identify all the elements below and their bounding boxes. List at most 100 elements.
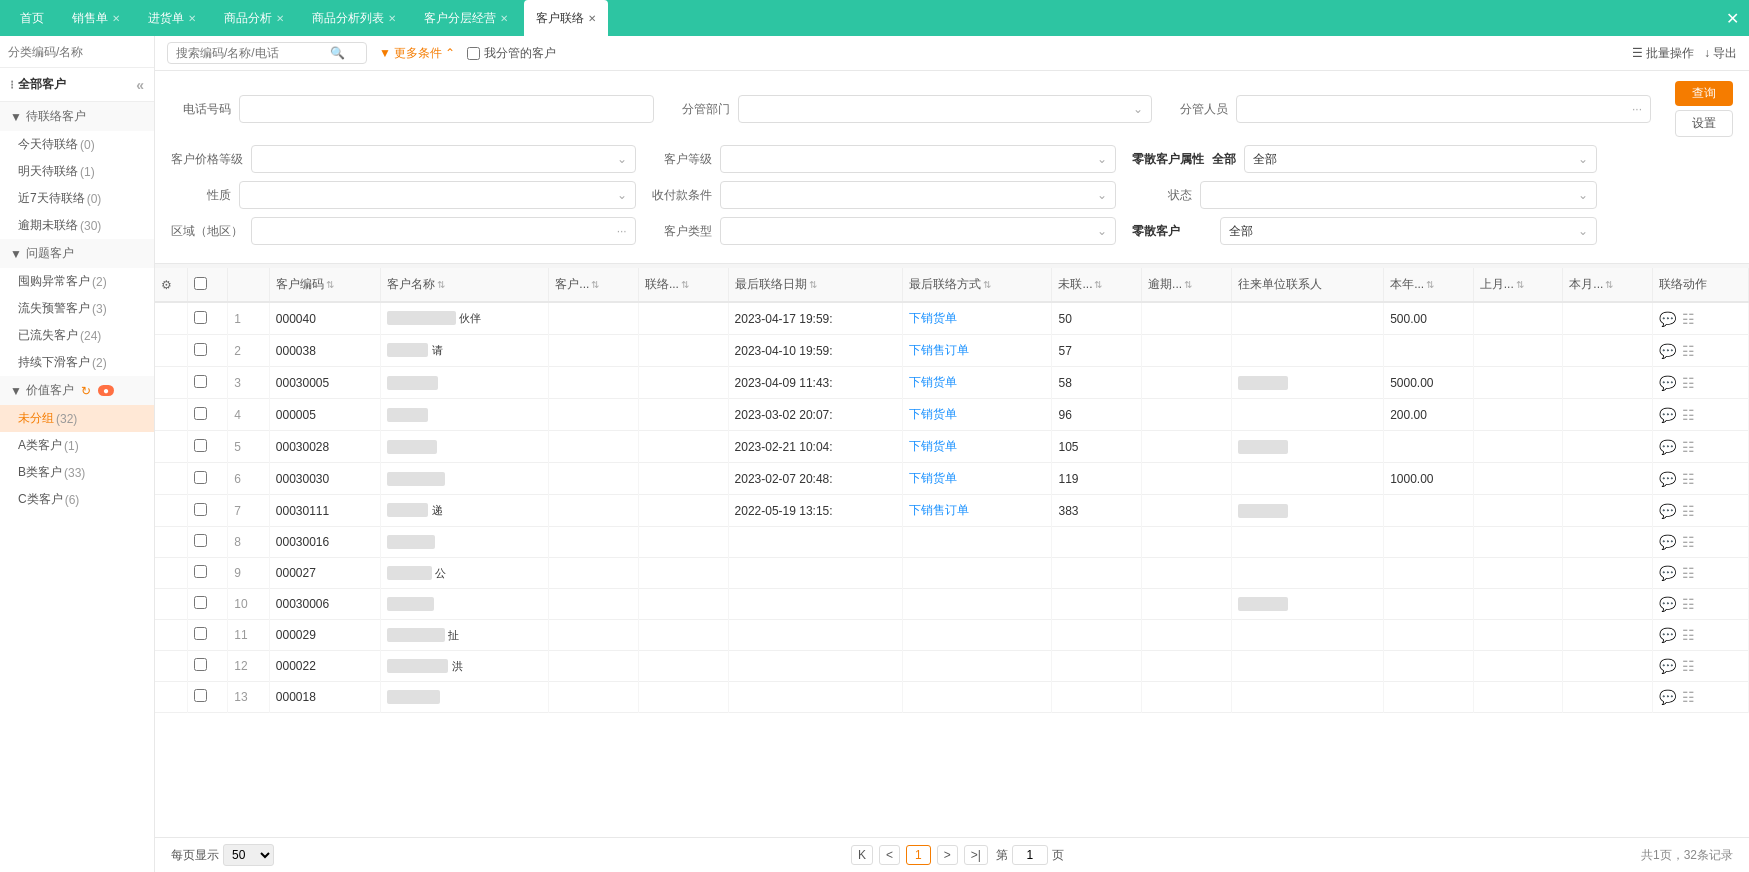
close-icon-product-list[interactable]: ✕ xyxy=(388,13,396,24)
chat-icon-1[interactable]: 💬 xyxy=(1659,343,1676,359)
chat-icon-9[interactable]: 💬 xyxy=(1659,596,1676,612)
filter-search-input[interactable] xyxy=(176,46,326,60)
row-checkbox-1[interactable] xyxy=(194,343,207,356)
filter-input-region[interactable]: ··· xyxy=(251,217,636,245)
filter-input-price-grade[interactable]: ⌄ xyxy=(251,145,636,173)
sidebar-item-today[interactable]: 今天待联络 (0) xyxy=(0,131,154,158)
grid-action-icon-7[interactable]: ☷ xyxy=(1682,534,1695,550)
sidebar-item-churned[interactable]: 已流失客户 (24) xyxy=(0,322,154,349)
chat-icon-11[interactable]: 💬 xyxy=(1659,658,1676,674)
grid-action-icon-11[interactable]: ☷ xyxy=(1682,658,1695,674)
contact-method-link-6[interactable]: 下销售订单 xyxy=(909,503,969,517)
sidebar-item-7days[interactable]: 近7天待联络 (0) xyxy=(0,185,154,212)
chat-icon-4[interactable]: 💬 xyxy=(1659,439,1676,455)
grid-action-icon-8[interactable]: ☷ xyxy=(1682,565,1695,581)
chat-icon-12[interactable]: 💬 xyxy=(1659,689,1676,705)
close-icon-product-analysis[interactable]: ✕ xyxy=(276,13,284,24)
reset-button[interactable]: 设置 xyxy=(1675,110,1733,137)
more-conditions-button[interactable]: ▼ 更多条件 ⌃ xyxy=(379,45,455,62)
row-checkbox-6[interactable] xyxy=(194,503,207,516)
contact-method-link-3[interactable]: 下销货单 xyxy=(909,407,957,421)
col-overdue-header[interactable]: 逾期...⇅ xyxy=(1142,268,1232,302)
row-checkbox-9[interactable] xyxy=(194,596,207,609)
first-page-button[interactable]: K xyxy=(851,845,873,865)
last-page-button[interactable]: >| xyxy=(964,845,988,865)
nav-tab-sales[interactable]: 销售单 ✕ xyxy=(60,0,132,36)
col-last-method-header[interactable]: 最后联络方式⇅ xyxy=(903,268,1052,302)
nav-tab-customer-segment[interactable]: 客户分层经营 ✕ xyxy=(412,0,520,36)
chat-icon-6[interactable]: 💬 xyxy=(1659,503,1676,519)
my-customers-checkbox[interactable] xyxy=(467,47,480,60)
grid-action-icon-0[interactable]: ☷ xyxy=(1682,311,1695,327)
col-contact-header[interactable]: 联络...⇅ xyxy=(638,268,728,302)
filter-input-customer-grade[interactable]: ⌄ xyxy=(720,145,1117,173)
grid-action-icon-12[interactable]: ☷ xyxy=(1682,689,1695,705)
filter-input-retail-attr[interactable]: 全部⌄ xyxy=(1244,145,1597,173)
chat-icon-2[interactable]: 💬 xyxy=(1659,375,1676,391)
sidebar-item-c-class[interactable]: C类客户 (6) xyxy=(0,486,154,513)
close-icon-purchase[interactable]: ✕ xyxy=(188,13,196,24)
col-this-month-header[interactable]: 本月...⇅ xyxy=(1563,268,1653,302)
chat-icon-0[interactable]: 💬 xyxy=(1659,311,1676,327)
nav-tab-customer-contact[interactable]: 客户联络 ✕ xyxy=(524,0,608,36)
sidebar-section-value[interactable]: ▼ 价值客户 ↻ ● xyxy=(0,376,154,405)
col-name-header[interactable]: 客户名称⇅ xyxy=(381,268,549,302)
row-checkbox-11[interactable] xyxy=(194,658,207,671)
col-this-year-header[interactable]: 本年...⇅ xyxy=(1384,268,1474,302)
refresh-icon[interactable]: ↻ xyxy=(81,384,91,398)
contact-method-link-1[interactable]: 下销售订单 xyxy=(909,343,969,357)
chat-icon-3[interactable]: 💬 xyxy=(1659,407,1676,423)
settings-gear-icon[interactable]: ⚙ xyxy=(161,278,172,292)
filter-input-retail-customer[interactable]: 全部⌄ xyxy=(1220,217,1597,245)
sidebar-section-problem[interactable]: ▼ 问题客户 xyxy=(0,239,154,268)
query-button[interactable]: 查询 xyxy=(1675,81,1733,106)
collapse-icon[interactable]: « xyxy=(136,77,144,93)
sidebar-item-a-class[interactable]: A类客户 (1) xyxy=(0,432,154,459)
filter-input-dept[interactable]: ⌄ xyxy=(738,95,1153,123)
grid-action-icon-10[interactable]: ☷ xyxy=(1682,627,1695,643)
sidebar-section-pending[interactable]: ▼ 待联络客户 xyxy=(0,102,154,131)
col-type-header[interactable]: 客户...⇅ xyxy=(549,268,639,302)
close-icon-customer-segment[interactable]: ✕ xyxy=(500,13,508,24)
nav-tab-product-list[interactable]: 商品分析列表 ✕ xyxy=(300,0,408,36)
chat-icon-7[interactable]: 💬 xyxy=(1659,534,1676,550)
col-code-header[interactable]: 客户编码⇅ xyxy=(269,268,381,302)
filter-input-phone[interactable] xyxy=(239,95,654,123)
batch-op-button[interactable]: ☰ 批量操作 xyxy=(1632,45,1694,62)
sidebar-item-ungroup[interactable]: 未分组 (32) xyxy=(0,405,154,432)
sidebar-item-overdue[interactable]: 逾期未联络 (30) xyxy=(0,212,154,239)
sidebar-search-input[interactable] xyxy=(8,45,155,59)
contact-method-link-0[interactable]: 下销货单 xyxy=(909,311,957,325)
select-all-checkbox[interactable] xyxy=(194,277,207,290)
chat-icon-5[interactable]: 💬 xyxy=(1659,471,1676,487)
row-checkbox-4[interactable] xyxy=(194,439,207,452)
col-last-month-header[interactable]: 上月...⇅ xyxy=(1473,268,1563,302)
filter-input-status[interactable]: ⌄ xyxy=(1200,181,1597,209)
chat-icon-10[interactable]: 💬 xyxy=(1659,627,1676,643)
nav-home[interactable]: 首页 xyxy=(8,0,56,36)
grid-action-icon-1[interactable]: ☷ xyxy=(1682,343,1695,359)
row-checkbox-0[interactable] xyxy=(194,311,207,324)
row-checkbox-12[interactable] xyxy=(194,689,207,702)
col-last-date-header[interactable]: 最后联络日期⇅ xyxy=(728,268,903,302)
filter-input-payment[interactable]: ⌄ xyxy=(720,181,1117,209)
row-checkbox-5[interactable] xyxy=(194,471,207,484)
sidebar-all-customers[interactable]: ⁝ 全部客户 « xyxy=(0,68,154,102)
close-icon-customer-contact[interactable]: ✕ xyxy=(588,13,596,24)
nav-tab-product-analysis[interactable]: 商品分析 ✕ xyxy=(212,0,296,36)
export-button[interactable]: ↓ 导出 xyxy=(1704,45,1737,62)
grid-action-icon-5[interactable]: ☷ xyxy=(1682,471,1695,487)
chat-icon-8[interactable]: 💬 xyxy=(1659,565,1676,581)
next-page-button[interactable]: > xyxy=(937,845,958,865)
grid-action-icon-2[interactable]: ☷ xyxy=(1682,375,1695,391)
contact-method-link-5[interactable]: 下销货单 xyxy=(909,471,957,485)
grid-action-icon-4[interactable]: ☷ xyxy=(1682,439,1695,455)
col-not-contacted-header[interactable]: 未联...⇅ xyxy=(1052,268,1142,302)
sidebar-item-b-class[interactable]: B类客户 (33) xyxy=(0,459,154,486)
grid-action-icon-6[interactable]: ☷ xyxy=(1682,503,1695,519)
nav-tab-purchase[interactable]: 进货单 ✕ xyxy=(136,0,208,36)
prev-page-button[interactable]: < xyxy=(879,845,900,865)
filter-input-nature[interactable]: ⌄ xyxy=(239,181,636,209)
grid-action-icon-3[interactable]: ☷ xyxy=(1682,407,1695,423)
page-jump-input[interactable] xyxy=(1012,845,1048,865)
